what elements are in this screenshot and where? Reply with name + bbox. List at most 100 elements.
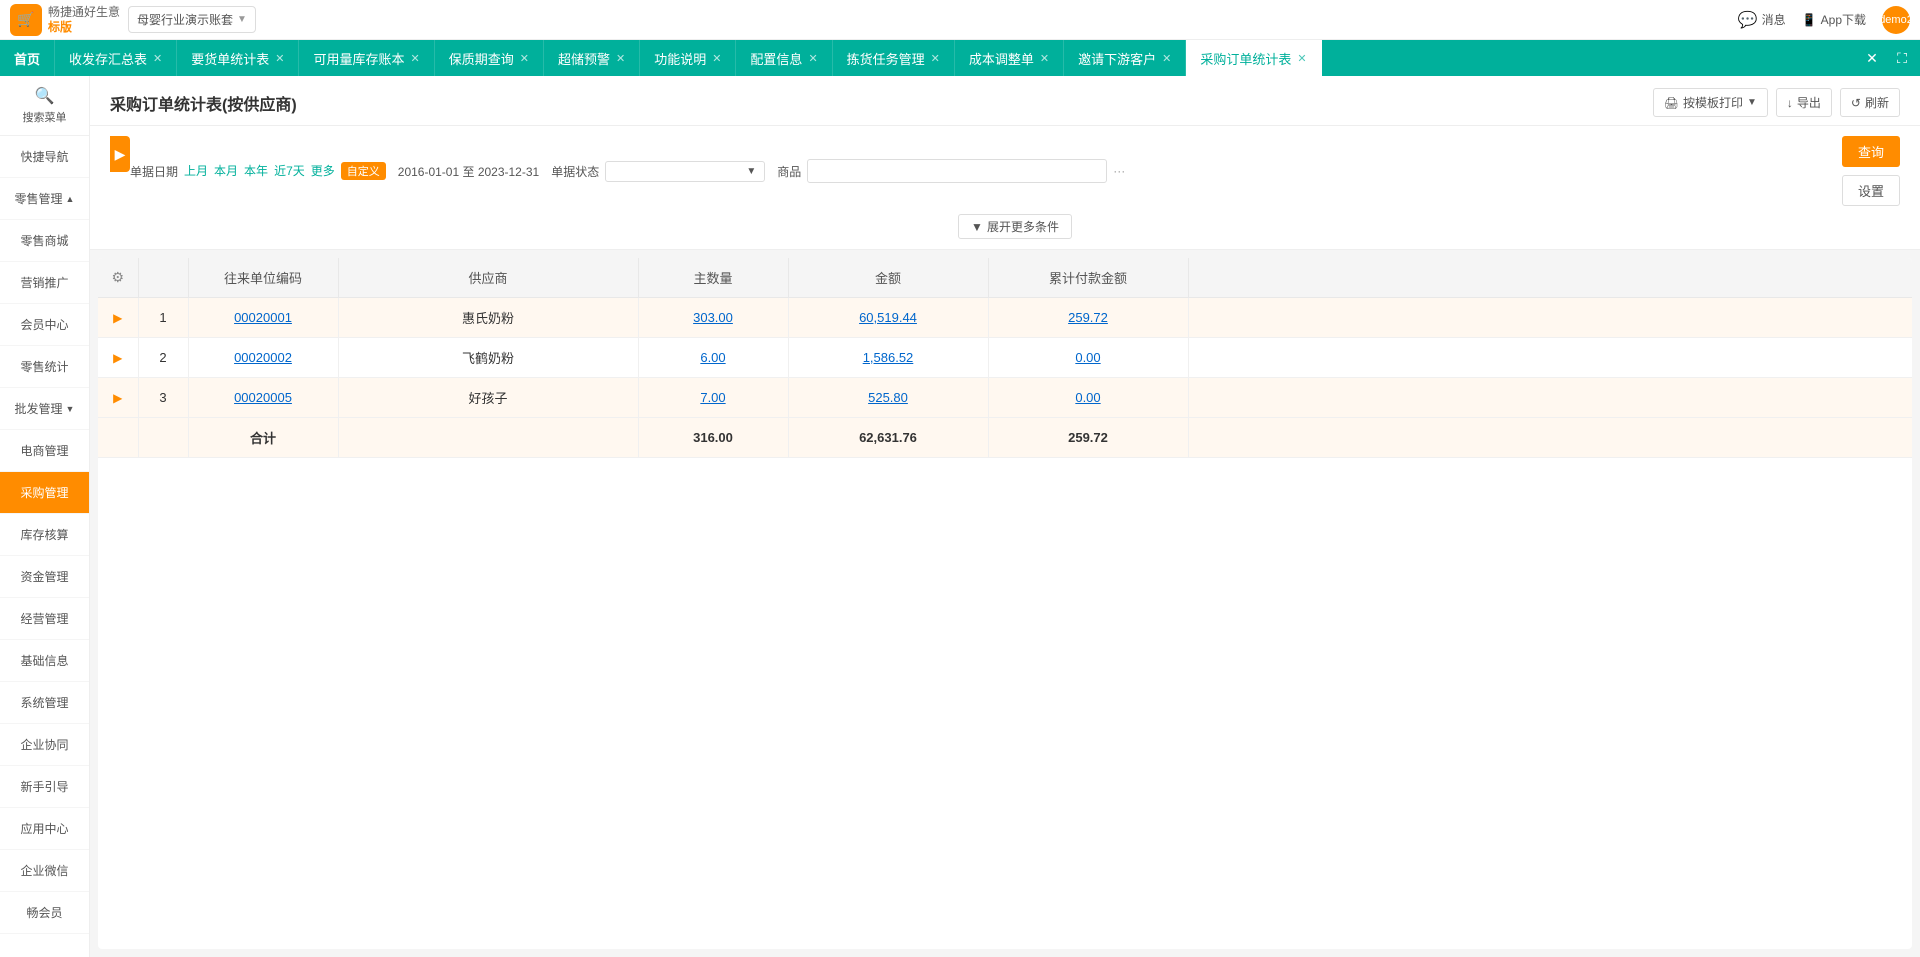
filter-section: ▶ 单据日期 上月 本月 本年 近7天 更多 自定义	[110, 136, 1900, 239]
avatar[interactable]: demo2	[1882, 6, 1910, 34]
date-link-this-year[interactable]: 本年	[244, 162, 268, 180]
row-qty: 7.00	[638, 378, 788, 418]
chevron-down-icon: ▼	[971, 220, 983, 234]
row-paid: 0.00	[988, 338, 1188, 378]
sidebar-item-enterprise-wechat[interactable]: 企业微信	[0, 850, 89, 892]
filter-date-links: 上月 本月 本年 近7天 更多 自定义	[184, 162, 386, 180]
page-header: 采购订单统计表(按供应商) 🖨 按模板打印 ▼ ↓ 导出 ↺ 刷新	[90, 76, 1920, 126]
tab-cost-adjust[interactable]: 成本调整单 ✕	[955, 40, 1064, 76]
sidebar-item-ecommerce-mgmt[interactable]: 电商管理	[0, 430, 89, 472]
close-icon[interactable]: ✕	[411, 52, 420, 65]
sidebar-item-operations-mgmt[interactable]: 经营管理	[0, 598, 89, 640]
sidebar-item-vip-member[interactable]: 畅会员	[0, 892, 89, 934]
row-expand[interactable]: ▶	[98, 298, 138, 338]
tab-order-summary[interactable]: 要货单统计表 ✕	[177, 40, 299, 76]
sidebar-item-system-mgmt[interactable]: 系统管理	[0, 682, 89, 724]
table-footer-row: 合计 316.00 62,631.76 259.72	[98, 418, 1912, 458]
tab-overstock-warning[interactable]: 超储预警 ✕	[544, 40, 640, 76]
nav-expand-btn[interactable]: ⛶	[1888, 44, 1916, 72]
nav-tabs: 首页 收发存汇总表 ✕ 要货单统计表 ✕ 可用量库存账本 ✕ 保质期查询 ✕ 超…	[0, 40, 1920, 76]
chevron-down-icon: ▼	[237, 14, 247, 25]
row-amount: 60,519.44	[788, 298, 988, 338]
export-icon: ↓	[1787, 96, 1793, 110]
close-icon[interactable]: ✕	[1040, 52, 1049, 65]
footer-paid-cell: 259.72	[988, 418, 1188, 458]
app-download-btn[interactable]: 📱 App下载	[1802, 11, 1866, 28]
date-link-7days[interactable]: 近7天	[274, 162, 305, 180]
close-icon[interactable]: ✕	[712, 52, 721, 65]
sidebar-item-wholesale-mgmt[interactable]: 批发管理 ▼	[0, 388, 89, 430]
filter-toggle-btn[interactable]: ▶	[110, 136, 130, 172]
sidebar-item-enterprise-collab[interactable]: 企业协同	[0, 724, 89, 766]
footer-amount-cell: 62,631.76	[788, 418, 988, 458]
row-expand[interactable]: ▶	[98, 338, 138, 378]
filter-area: ▶ 单据日期 上月 本月 本年 近7天 更多 自定义	[90, 126, 1920, 250]
sidebar-item-marketing[interactable]: 营销推广	[0, 262, 89, 304]
date-link-more[interactable]: 更多	[311, 162, 335, 180]
filter-status-select[interactable]: ▼	[605, 161, 765, 182]
close-icon[interactable]: ✕	[1297, 52, 1306, 65]
filter-goods-input[interactable]	[807, 159, 1107, 183]
close-icon[interactable]: ✕	[153, 52, 162, 65]
close-icon[interactable]: ✕	[520, 52, 529, 65]
sidebar-item-retail-management[interactable]: 零售管理 ▲	[0, 178, 89, 220]
row-index: 1	[138, 298, 188, 338]
footer-qty-cell: 316.00	[638, 418, 788, 458]
query-button[interactable]: 查询	[1842, 136, 1900, 167]
chevron-down-icon: ▼	[1747, 97, 1757, 108]
close-icon[interactable]: ✕	[616, 52, 625, 65]
gear-icon[interactable]: ⚙	[111, 269, 124, 285]
tab-home[interactable]: 首页	[0, 40, 55, 76]
tab-pick-task[interactable]: 拣货任务管理 ✕	[833, 40, 955, 76]
workspace-selector[interactable]: 母婴行业演示账套 ▼	[128, 6, 256, 33]
sidebar-item-quick-nav[interactable]: 快捷导航	[0, 136, 89, 178]
message-btn[interactable]: 💬 消息	[1738, 10, 1786, 30]
sidebar-item-retail-stats[interactable]: 零售统计	[0, 346, 89, 388]
row-expand[interactable]: ▶	[98, 378, 138, 418]
more-icon[interactable]: ···	[1113, 164, 1125, 178]
sidebar-item-retail-mall[interactable]: 零售商城	[0, 220, 89, 262]
download-icon: 📱	[1802, 13, 1817, 27]
sidebar-search[interactable]: 🔍 搜索菜单	[0, 76, 89, 136]
sidebar-item-finance-mgmt[interactable]: 资金管理	[0, 556, 89, 598]
sidebar-item-member-center[interactable]: 会员中心	[0, 304, 89, 346]
expand-conditions-btn[interactable]: ▼ 展开更多条件	[958, 214, 1072, 239]
nav-close-btn[interactable]: ✕	[1858, 44, 1886, 72]
row-code: 00020002	[188, 338, 338, 378]
date-custom-btn[interactable]: 自定义	[341, 162, 386, 180]
close-icon[interactable]: ✕	[275, 52, 284, 65]
tab-receive-summary[interactable]: 收发存汇总表 ✕	[55, 40, 177, 76]
main-layout: 🔍 搜索菜单 快捷导航 零售管理 ▲ 零售商城 营销推广 会员中心 零售统计 批…	[0, 76, 1920, 957]
row-extra	[1188, 298, 1912, 338]
tab-function-desc[interactable]: 功能说明 ✕	[640, 40, 736, 76]
close-icon[interactable]: ✕	[931, 52, 940, 65]
main-content: 采购订单统计表(按供应商) 🖨 按模板打印 ▼ ↓ 导出 ↺ 刷新	[90, 76, 1920, 957]
sidebar-item-basic-info[interactable]: 基础信息	[0, 640, 89, 682]
col-extra	[1188, 258, 1912, 298]
filter-status-item: 单据状态 ▼	[551, 161, 765, 182]
sidebar-item-new-guide[interactable]: 新手引导	[0, 766, 89, 808]
tab-available-stock[interactable]: 可用量库存账本 ✕	[299, 40, 434, 76]
tab-invite-downstream[interactable]: 邀请下游客户 ✕	[1064, 40, 1186, 76]
refresh-button[interactable]: ↺ 刷新	[1840, 88, 1900, 117]
tab-expiry-query[interactable]: 保质期查询 ✕	[435, 40, 544, 76]
sidebar-item-app-center[interactable]: 应用中心	[0, 808, 89, 850]
close-icon[interactable]: ✕	[1162, 52, 1171, 65]
export-button[interactable]: ↓ 导出	[1776, 88, 1832, 117]
date-link-last-month[interactable]: 上月	[184, 162, 208, 180]
tab-config-info[interactable]: 配置信息 ✕	[736, 40, 832, 76]
tab-purchase-summary[interactable]: 采购订单统计表 ✕	[1186, 40, 1321, 76]
footer-index-cell	[138, 418, 188, 458]
filter-goods-item: 商品 ···	[777, 159, 1125, 183]
row-amount: 1,586.52	[788, 338, 988, 378]
col-code: 往来单位编码	[188, 258, 338, 298]
print-button[interactable]: 🖨 按模板打印 ▼	[1653, 88, 1768, 117]
sidebar-item-purchase-mgmt[interactable]: 采购管理	[0, 472, 89, 514]
settings-button[interactable]: 设置	[1842, 175, 1900, 206]
close-icon[interactable]: ✕	[808, 52, 817, 65]
logo-icon: 🛒	[10, 4, 42, 36]
date-link-this-month[interactable]: 本月	[214, 162, 238, 180]
sidebar-item-inventory-check[interactable]: 库存核算	[0, 514, 89, 556]
row-supplier: 飞鹤奶粉	[338, 338, 638, 378]
top-bar-left: 🛒 畅捷通好生意 标版 母婴行业演示账套 ▼	[10, 4, 256, 36]
